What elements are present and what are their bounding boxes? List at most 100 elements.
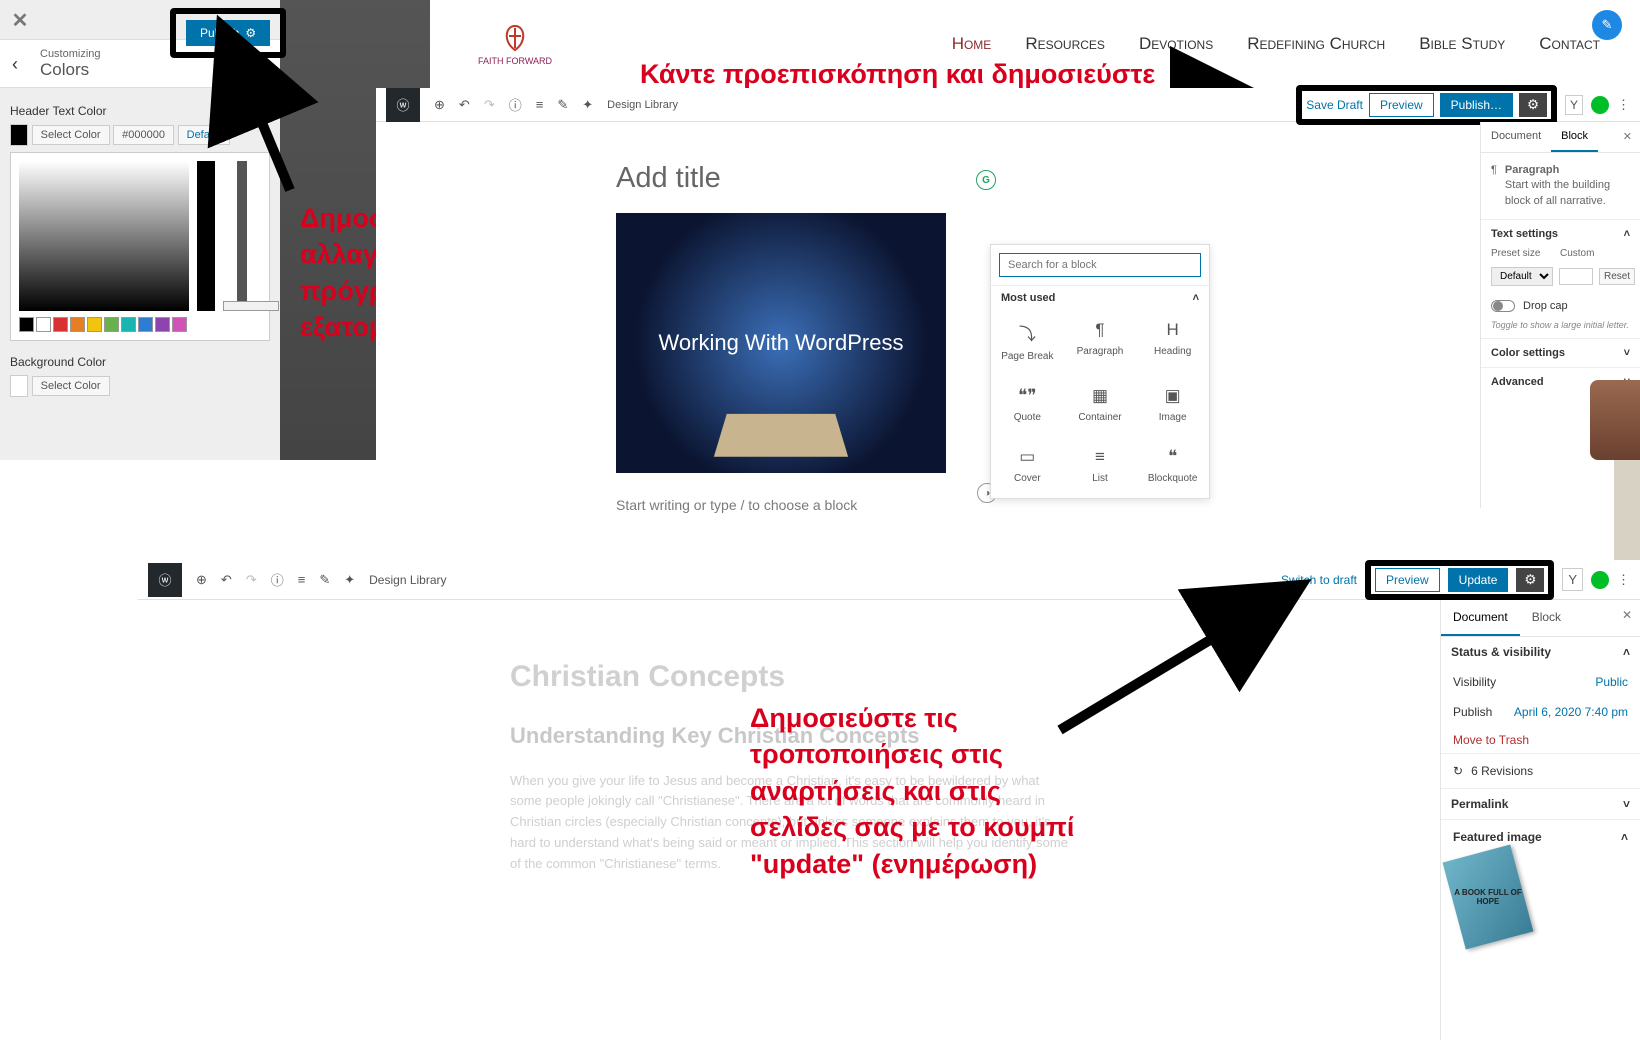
nav-item[interactable]: Bible Study bbox=[1419, 34, 1505, 54]
palette-swatch[interactable] bbox=[19, 317, 34, 332]
saturation-picker[interactable] bbox=[19, 161, 189, 311]
design-library-icon[interactable]: ✦ bbox=[582, 97, 593, 113]
current-swatch[interactable] bbox=[10, 124, 28, 146]
editor-toolbar: ⓦ ⊕ ↶ ↷ ⓘ ≡ ✎ ✦ Design Library Save Draf… bbox=[376, 88, 1640, 122]
yoast-icon[interactable]: Y bbox=[1565, 95, 1583, 115]
more-icon[interactable]: ⋮ bbox=[1617, 572, 1630, 588]
custom-size-input[interactable] bbox=[1559, 268, 1593, 285]
edit-icon[interactable]: ✎ bbox=[1592, 10, 1622, 40]
title-placeholder[interactable]: Add title bbox=[616, 162, 997, 195]
writing-prompt[interactable]: Start writing or type / to choose a bloc… bbox=[616, 497, 857, 513]
palette-swatch[interactable] bbox=[70, 317, 85, 332]
jetpack-icon[interactable] bbox=[1591, 571, 1609, 589]
default-button[interactable]: Default bbox=[178, 125, 231, 145]
inserter-item[interactable]: ❝Blockquote bbox=[1136, 437, 1209, 498]
add-block-icon[interactable]: ⊕ bbox=[196, 572, 207, 588]
settings-gear-button[interactable]: ⚙ bbox=[1519, 93, 1547, 117]
preview-button[interactable]: Preview bbox=[1369, 93, 1434, 117]
close-icon[interactable]: ✕ bbox=[0, 0, 40, 40]
inserter-item[interactable]: ⤵Page Break bbox=[991, 310, 1064, 376]
hero-image[interactable]: Working With WordPress bbox=[616, 213, 946, 473]
palette-swatch[interactable] bbox=[172, 317, 187, 332]
highlight-box-editor2-actions: Preview Update ⚙ bbox=[1365, 560, 1554, 600]
palette-swatch[interactable] bbox=[121, 317, 136, 332]
chevron-up-icon[interactable]: ˄ bbox=[1623, 645, 1630, 659]
palette-swatch[interactable] bbox=[155, 317, 170, 332]
chevron-down-icon[interactable]: ˅ bbox=[1623, 797, 1630, 811]
bg-select-color-button[interactable]: Select Color bbox=[32, 376, 110, 396]
undo-icon[interactable]: ↶ bbox=[221, 572, 232, 588]
tab-block[interactable]: Block bbox=[1520, 600, 1573, 636]
tools-icon[interactable]: ✎ bbox=[319, 572, 330, 588]
palette-swatch[interactable] bbox=[104, 317, 119, 332]
inserter-item[interactable]: ≡List bbox=[1064, 437, 1137, 498]
info-icon[interactable]: ⓘ bbox=[271, 570, 284, 589]
move-to-trash-link[interactable]: Move to Trash bbox=[1441, 727, 1640, 753]
permalink-label: Permalink bbox=[1451, 797, 1508, 811]
palette-swatch[interactable] bbox=[36, 317, 51, 332]
outline-icon[interactable]: ≡ bbox=[536, 97, 544, 112]
inserter-item[interactable]: ❝❞Quote bbox=[991, 376, 1064, 437]
nav-item[interactable]: Home bbox=[952, 34, 992, 54]
nav-item[interactable]: Resources bbox=[1025, 34, 1105, 54]
dropcap-toggle[interactable] bbox=[1491, 300, 1515, 312]
more-icon[interactable]: ⋮ bbox=[1617, 97, 1630, 113]
inserter-item[interactable]: ¶Paragraph bbox=[1064, 310, 1137, 376]
outline-icon[interactable]: ≡ bbox=[298, 572, 306, 587]
publish-page-button[interactable]: Publish… bbox=[1440, 93, 1513, 117]
chevron-up-icon[interactable]: ˄ bbox=[1624, 228, 1630, 240]
featured-image-thumb[interactable]: A BOOK FULL OF HOPE bbox=[1443, 844, 1534, 949]
redo-icon[interactable]: ↷ bbox=[246, 572, 257, 588]
palette-swatch[interactable] bbox=[138, 317, 153, 332]
tab-document[interactable]: Document bbox=[1481, 122, 1551, 152]
redo-icon[interactable]: ↷ bbox=[484, 97, 495, 113]
bg-swatch[interactable] bbox=[10, 375, 28, 397]
switch-to-draft-link[interactable]: Switch to draft bbox=[1281, 573, 1357, 587]
grammarly-icon[interactable]: G bbox=[976, 170, 996, 190]
nav-item[interactable]: Contact bbox=[1539, 34, 1600, 54]
palette-swatch[interactable] bbox=[87, 317, 102, 332]
revisions-label[interactable]: 6 Revisions bbox=[1471, 764, 1533, 778]
info-icon[interactable]: ⓘ bbox=[509, 95, 522, 114]
publish-date-value[interactable]: April 6, 2020 7:40 pm bbox=[1514, 705, 1628, 719]
tools-icon[interactable]: ✎ bbox=[557, 97, 568, 113]
visibility-value[interactable]: Public bbox=[1595, 675, 1628, 689]
hex-input[interactable]: #000000 bbox=[113, 125, 174, 145]
most-used-label: Most used bbox=[1001, 292, 1055, 304]
settings-gear-button[interactable]: ⚙ bbox=[1516, 568, 1544, 592]
back-icon[interactable]: ‹ bbox=[12, 54, 18, 75]
yoast-icon[interactable]: Y bbox=[1562, 568, 1583, 591]
inserter-item[interactable]: ▣Image bbox=[1136, 376, 1209, 437]
tab-document[interactable]: Document bbox=[1441, 600, 1520, 636]
close-sidebar-icon[interactable]: ✕ bbox=[1615, 122, 1640, 152]
design-library-icon[interactable]: ✦ bbox=[344, 572, 355, 588]
tab-block[interactable]: Block bbox=[1551, 122, 1598, 152]
select-color-button[interactable]: Select Color bbox=[32, 125, 110, 145]
reset-button[interactable]: Reset bbox=[1599, 268, 1635, 285]
nav-item[interactable]: Redefining Church bbox=[1247, 34, 1385, 54]
chevron-up-icon[interactable]: ˄ bbox=[1193, 292, 1199, 304]
publish-button[interactable]: Publish ⚙ bbox=[186, 20, 270, 46]
save-draft-link[interactable]: Save Draft bbox=[1306, 98, 1363, 112]
block-search-input[interactable] bbox=[999, 253, 1201, 277]
inserter-item[interactable]: HHeading bbox=[1136, 310, 1209, 376]
inserter-item[interactable]: ▭Cover bbox=[991, 437, 1064, 498]
design-library-label[interactable]: Design Library bbox=[369, 573, 446, 587]
page-title[interactable]: Christian Concepts bbox=[510, 660, 1070, 694]
hue-slider[interactable] bbox=[197, 161, 215, 311]
design-library-label[interactable]: Design Library bbox=[607, 99, 678, 111]
inserter-item[interactable]: ▦Container bbox=[1064, 376, 1137, 437]
wordpress-icon[interactable]: ⓦ bbox=[148, 563, 182, 597]
chevron-up-icon[interactable]: ˄ bbox=[1621, 830, 1628, 844]
update-button[interactable]: Update bbox=[1448, 568, 1509, 592]
chevron-down-icon[interactable]: ˅ bbox=[1624, 347, 1630, 359]
nav-item[interactable]: Devotions bbox=[1139, 34, 1213, 54]
preview-button[interactable]: Preview bbox=[1375, 568, 1440, 592]
palette-swatch[interactable] bbox=[53, 317, 68, 332]
undo-icon[interactable]: ↶ bbox=[459, 97, 470, 113]
close-sidebar-icon[interactable]: ✕ bbox=[1614, 600, 1640, 636]
preset-size-select[interactable]: Default bbox=[1491, 267, 1553, 286]
add-block-icon[interactable]: ⊕ bbox=[434, 97, 445, 113]
jetpack-icon[interactable] bbox=[1591, 96, 1609, 114]
wordpress-icon[interactable]: ⓦ bbox=[386, 88, 420, 122]
